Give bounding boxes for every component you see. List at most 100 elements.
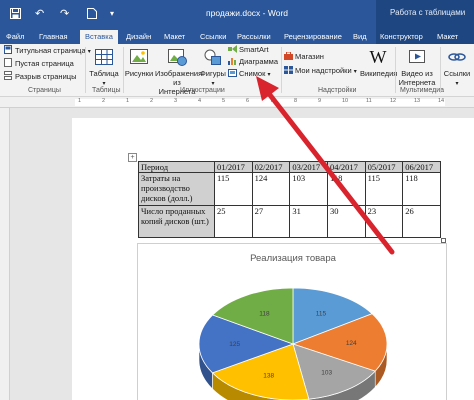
table-cell[interactable]: 23 [364, 205, 404, 238]
table-cell[interactable]: 103 [289, 172, 328, 206]
table-button[interactable]: Таблица ▾ [88, 47, 120, 89]
chevron-down-icon: ▾ [455, 81, 459, 87]
cover-page-button[interactable]: Титульная страница ▾ [4, 45, 91, 57]
table-row-label[interactable]: Затраты на производство дисков (долл.) [138, 172, 215, 206]
tab-table-layout[interactable]: Макет [437, 30, 458, 44]
ruler-number: 9 [318, 98, 322, 104]
tab-insert[interactable]: Вставка [80, 30, 118, 44]
blank-page-button[interactable]: Пустая страница [4, 58, 74, 69]
table-move-handle[interactable]: + [128, 153, 137, 162]
table-header-cell[interactable]: 06/2017 [402, 161, 441, 173]
tab-review[interactable]: Рецензирование [284, 30, 342, 44]
table-header-cell[interactable]: 05/2017 [364, 161, 404, 173]
tab-references[interactable]: Ссылки [200, 30, 226, 44]
tab-view[interactable]: Вид [353, 30, 367, 44]
ruler-number: 10 [342, 98, 349, 104]
table-header-cell[interactable]: 01/2017 [214, 161, 253, 173]
tables-group-label: Таблицы [92, 87, 121, 94]
table-cell[interactable]: 26 [402, 205, 441, 238]
pictures-button[interactable]: Рисунки [124, 47, 154, 78]
ruler-number: 6 [246, 98, 250, 104]
table-row-label[interactable]: Число проданных копий дисков (шт.) [138, 205, 215, 238]
customize-icon[interactable]: ▾ [110, 8, 114, 20]
ruler-number: 13 [414, 98, 421, 104]
online-picture-icon [166, 47, 188, 67]
store-button[interactable]: Магазин [284, 51, 324, 62]
wikipedia-button[interactable]: W Википедия [360, 47, 397, 78]
smartart-button[interactable]: SmartArt [228, 45, 269, 55]
open-icon[interactable] [87, 8, 97, 22]
table-cell[interactable]: 27 [251, 205, 291, 238]
link-icon [446, 47, 468, 67]
document-title: продажи.docx - Word [206, 8, 289, 18]
pie-data-label: 118 [259, 311, 270, 318]
table-cell[interactable]: 118 [326, 172, 366, 206]
ruler-number: 2 [150, 98, 154, 104]
screenshot-button[interactable]: Снимок ▾ [228, 69, 270, 80]
online-video-button[interactable]: Видео из Интернета [397, 47, 437, 87]
pages-group-label: Страницы [28, 87, 61, 94]
blank-page-icon [4, 58, 12, 67]
cover-page-icon [4, 45, 12, 54]
tab-table-design[interactable]: Конструктор [380, 30, 423, 44]
ruler-number: 8 [294, 98, 298, 104]
table-cell[interactable]: 118 [402, 172, 441, 206]
table-cell[interactable]: 115 [364, 172, 404, 206]
ribbon: Титульная страница ▾ Пустая страница Раз… [0, 44, 474, 97]
tab-design[interactable]: Дизайн [126, 30, 151, 44]
shapes-icon [202, 47, 224, 67]
table-row: Число проданных копий дисков (шт.) 25 27… [138, 205, 441, 238]
ribbon-tabs: Файл Главная Вставка Дизайн Макет Ссылки… [0, 30, 474, 44]
ruler-number: 7 [270, 98, 274, 104]
table-cell[interactable]: 124 [251, 172, 291, 206]
tab-layout[interactable]: Макет [164, 30, 185, 44]
ruler-number: 1 [78, 98, 82, 104]
table-header-cell[interactable]: 02/2017 [251, 161, 291, 173]
ruler-number: 3 [174, 98, 178, 104]
chart-button[interactable]: Диаграмма [228, 57, 278, 67]
addins-group-label: Надстройки [318, 87, 357, 94]
redo-icon[interactable]: ↷ [60, 8, 69, 20]
table-header-row: Период 01/2017 02/2017 03/2017 04/2017 0… [138, 161, 441, 173]
table-icon [93, 47, 115, 67]
smartart-icon [228, 45, 237, 53]
vertical-ruler[interactable] [0, 108, 10, 400]
tab-mailings[interactable]: Рассылки [237, 30, 271, 44]
page-break-button[interactable]: Разрыв страницы [4, 71, 76, 82]
ruler-number: 2 [102, 98, 106, 104]
horizontal-ruler[interactable]: 1 2 1 2 3 4 5 6 7 8 9 10 11 12 13 14 [0, 97, 474, 108]
my-addins-button[interactable]: Мои надстройки ▾ [284, 66, 357, 77]
my-addins-icon [284, 66, 293, 74]
table-header-cell[interactable]: 04/2017 [326, 161, 366, 173]
screenshot-icon [228, 69, 237, 77]
media-group-label: Мультимедиа [400, 87, 444, 94]
context-group-header: Работа с таблицами [376, 0, 474, 30]
ruler-number: 11 [366, 98, 372, 104]
tab-home[interactable]: Главная [39, 30, 68, 44]
ruler-number: 12 [390, 98, 397, 104]
table-cell[interactable]: 115 [214, 172, 253, 206]
links-button[interactable]: Ссылки ▾ [441, 47, 473, 89]
wikipedia-icon: W [369, 47, 387, 67]
illustrations-group-label: Иллюстрации [180, 87, 225, 94]
video-icon [406, 47, 428, 67]
save-icon[interactable] [10, 8, 21, 22]
context-group-label: Работа с таблицами [390, 8, 466, 17]
chart-icon [228, 57, 236, 65]
shapes-button[interactable]: Фигуры ▾ [199, 47, 227, 89]
ruler-number: 5 [222, 98, 226, 104]
undo-icon[interactable]: ↶ [35, 8, 44, 20]
pie-chart[interactable]: Реализация товара 115 124 103 138 125 118 [137, 243, 447, 400]
pie-chart-plot: 115 124 103 138 125 118 [198, 287, 388, 400]
table-header-cell[interactable]: Период [138, 161, 215, 173]
page-break-icon [4, 71, 12, 80]
ruler-number: 14 [438, 98, 445, 104]
pie-data-label: 103 [321, 369, 332, 376]
table-cell[interactable]: 31 [289, 205, 328, 238]
table-header-cell[interactable]: 03/2017 [289, 161, 328, 173]
sales-table[interactable]: Период 01/2017 02/2017 03/2017 04/2017 0… [138, 161, 441, 238]
pie-data-label: 115 [316, 311, 327, 318]
table-cell[interactable]: 30 [326, 205, 366, 238]
tab-file[interactable]: Файл [6, 30, 24, 44]
table-cell[interactable]: 25 [214, 205, 253, 238]
